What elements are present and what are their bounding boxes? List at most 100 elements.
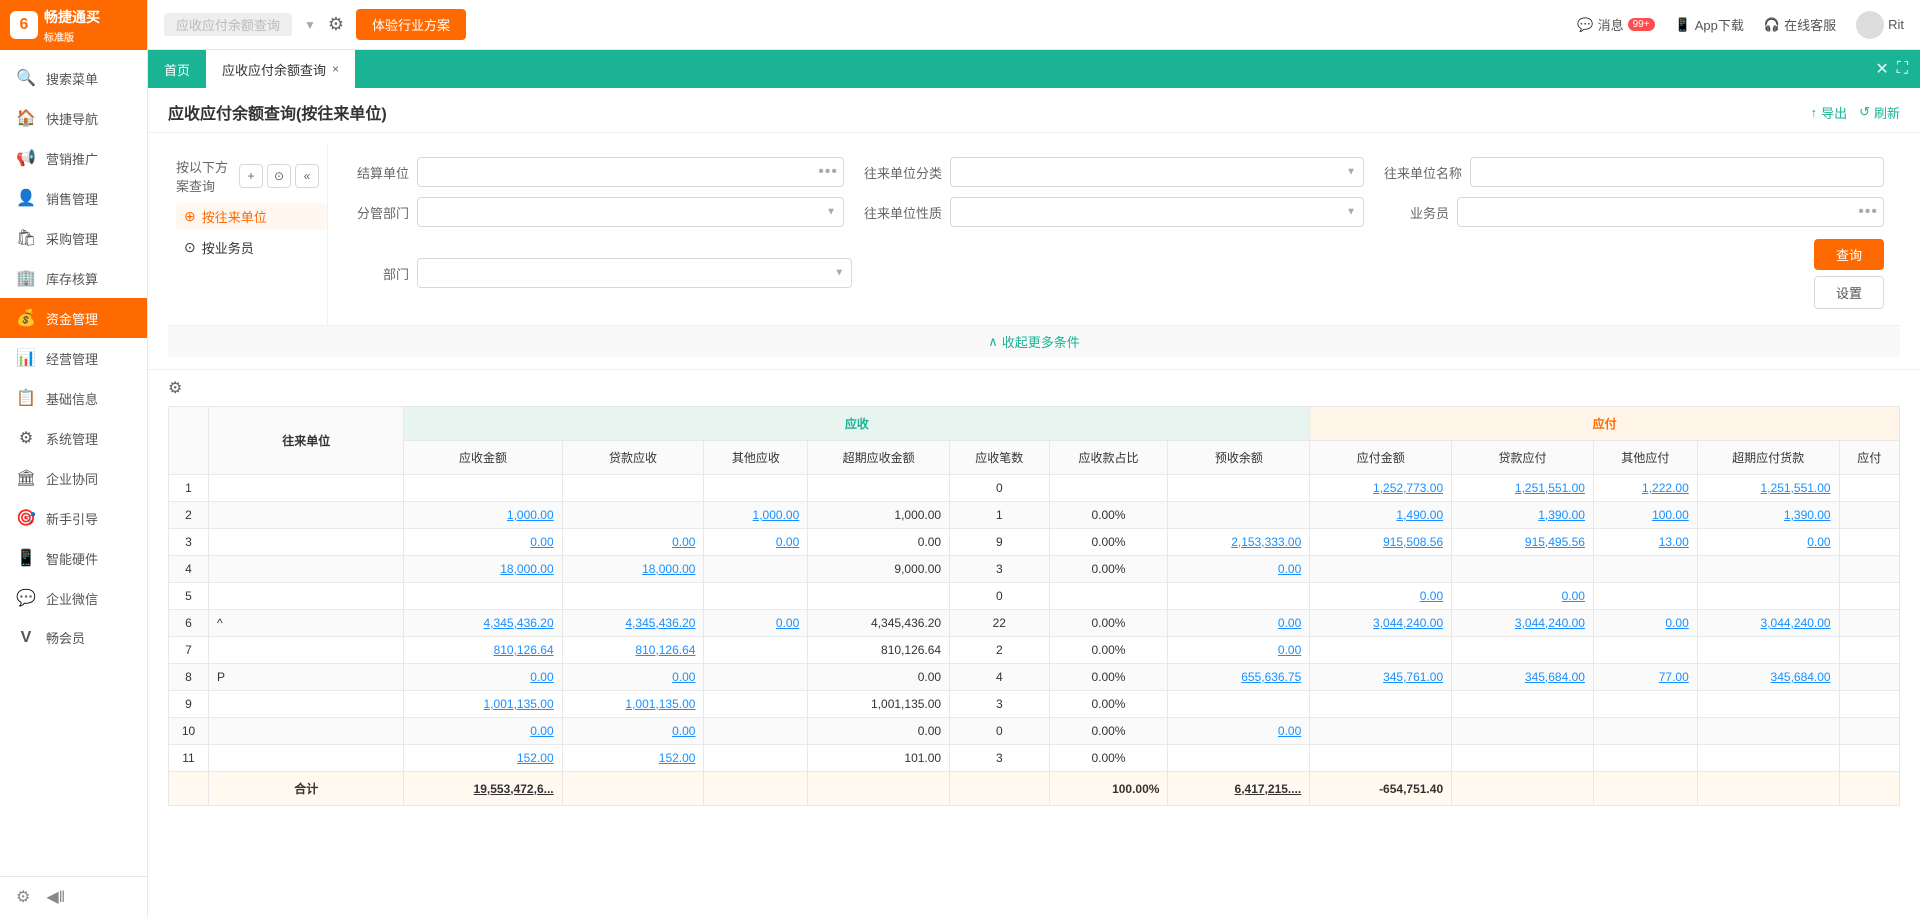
table-cell[interactable] <box>1452 718 1594 745</box>
table-cell[interactable]: 0.00 <box>1168 556 1310 583</box>
department-select[interactable] <box>417 258 852 288</box>
table-cell[interactable] <box>1593 691 1697 718</box>
table-cell[interactable]: 1,000.00 <box>704 502 808 529</box>
salesperson-dots-icon[interactable]: ••• <box>1858 203 1878 221</box>
table-cell[interactable]: 915,495.56 <box>1452 529 1594 556</box>
salesperson-input[interactable] <box>1457 197 1884 227</box>
table-cell[interactable]: 345,761.00 <box>1310 664 1452 691</box>
dept-manager-select[interactable] <box>417 197 844 227</box>
table-cell[interactable]: 13.00 <box>1593 529 1697 556</box>
table-cell[interactable]: 810,126.64 <box>404 637 562 664</box>
table-cell[interactable]: 0.00 <box>1168 610 1310 637</box>
tab-ar-balance[interactable]: 应收应付余额查询 × <box>206 50 355 88</box>
sidebar-item-guide[interactable]: 🎯 新手引导 <box>0 498 147 538</box>
table-cell[interactable] <box>1310 637 1452 664</box>
download-button[interactable]: 📱 App下载 <box>1675 15 1744 34</box>
table-cell[interactable]: 1,001,135.00 <box>404 691 562 718</box>
table-cell[interactable]: 1,001,135.00 <box>562 691 704 718</box>
filter-nav-by-employee[interactable]: ⊙ 按业务员 <box>176 234 327 261</box>
table-cell[interactable] <box>1452 556 1594 583</box>
table-cell[interactable] <box>1168 745 1310 772</box>
table-cell[interactable] <box>1593 718 1697 745</box>
table-cell[interactable]: 0.00 <box>704 529 808 556</box>
table-cell[interactable]: 0.00 <box>562 718 704 745</box>
sidebar-item-sales[interactable]: 👤 销售管理 <box>0 178 147 218</box>
table-cell[interactable] <box>1168 583 1310 610</box>
table-scroll-wrapper[interactable]: 往来单位 应收 应付 应收金额 贷款应收 其他应收 超期应收金额 应收笔数 应收… <box>168 406 1900 806</box>
sidebar-item-hardware[interactable]: 📱 智能硬件 <box>0 538 147 578</box>
table-cell[interactable]: 1,000.00 <box>404 502 562 529</box>
setting-button[interactable]: 设置 <box>1814 276 1884 309</box>
tab-home[interactable]: 首页 <box>148 50 206 88</box>
partner-nature-select[interactable] <box>950 197 1364 227</box>
table-cell[interactable]: 18,000.00 <box>404 556 562 583</box>
tab-close-icon[interactable]: × <box>332 62 339 76</box>
table-cell[interactable] <box>1452 637 1594 664</box>
table-cell[interactable]: 152.00 <box>562 745 704 772</box>
table-cell[interactable] <box>704 691 808 718</box>
filter-settings-button[interactable]: ⊙ <box>267 164 291 188</box>
table-cell[interactable]: 77.00 <box>1593 664 1697 691</box>
table-cell[interactable]: 915,508.56 <box>1310 529 1452 556</box>
partner-category-select[interactable] <box>950 157 1364 187</box>
sidebar-item-quick-nav[interactable]: 🏠 快捷导航 <box>0 98 147 138</box>
sidebar-item-enterprise[interactable]: 🏛 企业协同 <box>0 458 147 498</box>
table-cell[interactable]: 345,684.00 <box>1697 664 1839 691</box>
filter-nav-by-partner[interactable]: ⊕ 按往来单位 <box>176 203 327 230</box>
settlement-unit-dots-icon[interactable]: ••• <box>818 163 838 181</box>
sidebar-item-wechat[interactable]: 💬 企业微信 <box>0 578 147 618</box>
footer-settings-icon[interactable]: ⚙ <box>16 887 30 907</box>
table-cell[interactable] <box>1310 691 1452 718</box>
sidebar-item-finance[interactable]: 💰 资金管理 <box>0 298 147 338</box>
table-cell[interactable]: 0.00 <box>404 529 562 556</box>
table-cell[interactable] <box>1593 583 1697 610</box>
table-cell[interactable]: 0.00 <box>1452 583 1594 610</box>
table-cell[interactable]: 1,222.00 <box>1593 475 1697 502</box>
table-cell[interactable]: 152.00 <box>404 745 562 772</box>
table-cell[interactable] <box>562 583 704 610</box>
export-button[interactable]: ↑ 导出 <box>1811 103 1848 122</box>
filter-collapse-bar[interactable]: ∧ 收起更多条件 <box>168 325 1900 357</box>
table-cell[interactable] <box>704 556 808 583</box>
table-cell[interactable] <box>1168 691 1310 718</box>
sidebar-item-operations[interactable]: 📊 经营管理 <box>0 338 147 378</box>
table-cell[interactable]: 3,044,240.00 <box>1697 610 1839 637</box>
table-cell[interactable] <box>1310 556 1452 583</box>
table-cell[interactable]: 4,345,436.20 <box>562 610 704 637</box>
table-cell[interactable]: 810,126.64 <box>562 637 704 664</box>
table-cell[interactable]: 2,153,333.00 <box>1168 529 1310 556</box>
table-cell[interactable]: 0.00 <box>1593 610 1697 637</box>
table-cell[interactable] <box>1697 637 1839 664</box>
table-cell[interactable]: 0.00 <box>562 664 704 691</box>
table-cell[interactable]: 0.00 <box>1310 583 1452 610</box>
tab-close-all-icon[interactable]: ✕ <box>1875 59 1888 79</box>
table-cell[interactable] <box>1697 718 1839 745</box>
sidebar-item-inventory[interactable]: 🏢 库存核算 <box>0 258 147 298</box>
table-cell[interactable] <box>1452 691 1594 718</box>
table-cell[interactable] <box>1310 745 1452 772</box>
table-cell[interactable]: 655,636.75 <box>1168 664 1310 691</box>
table-cell[interactable]: 18,000.00 <box>562 556 704 583</box>
table-cell[interactable] <box>404 475 562 502</box>
table-cell[interactable]: 1,251,551.00 <box>1452 475 1594 502</box>
sidebar-item-member[interactable]: V 畅会员 <box>0 618 147 657</box>
table-cell[interactable]: 345,684.00 <box>1452 664 1594 691</box>
sidebar-item-search-menu[interactable]: 🔍 搜索菜单 <box>0 58 147 98</box>
table-cell[interactable] <box>704 745 808 772</box>
table-settings-icon[interactable]: ⚙ <box>168 378 182 398</box>
table-cell[interactable] <box>1593 637 1697 664</box>
table-cell[interactable] <box>1697 583 1839 610</box>
table-cell[interactable]: 0.00 <box>562 529 704 556</box>
table-cell[interactable]: 0.00 <box>1168 718 1310 745</box>
table-cell[interactable]: 1,390.00 <box>1452 502 1594 529</box>
table-cell[interactable] <box>1593 745 1697 772</box>
sidebar-item-basic-info[interactable]: 📋 基础信息 <box>0 378 147 418</box>
tab-expand-icon[interactable]: ⛶ <box>1897 60 1908 78</box>
table-cell[interactable]: 0.00 <box>1168 637 1310 664</box>
table-cell[interactable]: 4,345,436.20 <box>404 610 562 637</box>
table-cell[interactable] <box>704 475 808 502</box>
table-cell[interactable] <box>1168 475 1310 502</box>
table-cell[interactable] <box>1593 556 1697 583</box>
table-cell[interactable]: 100.00 <box>1593 502 1697 529</box>
footer-collapse-icon[interactable]: ◀‖ <box>46 887 65 907</box>
